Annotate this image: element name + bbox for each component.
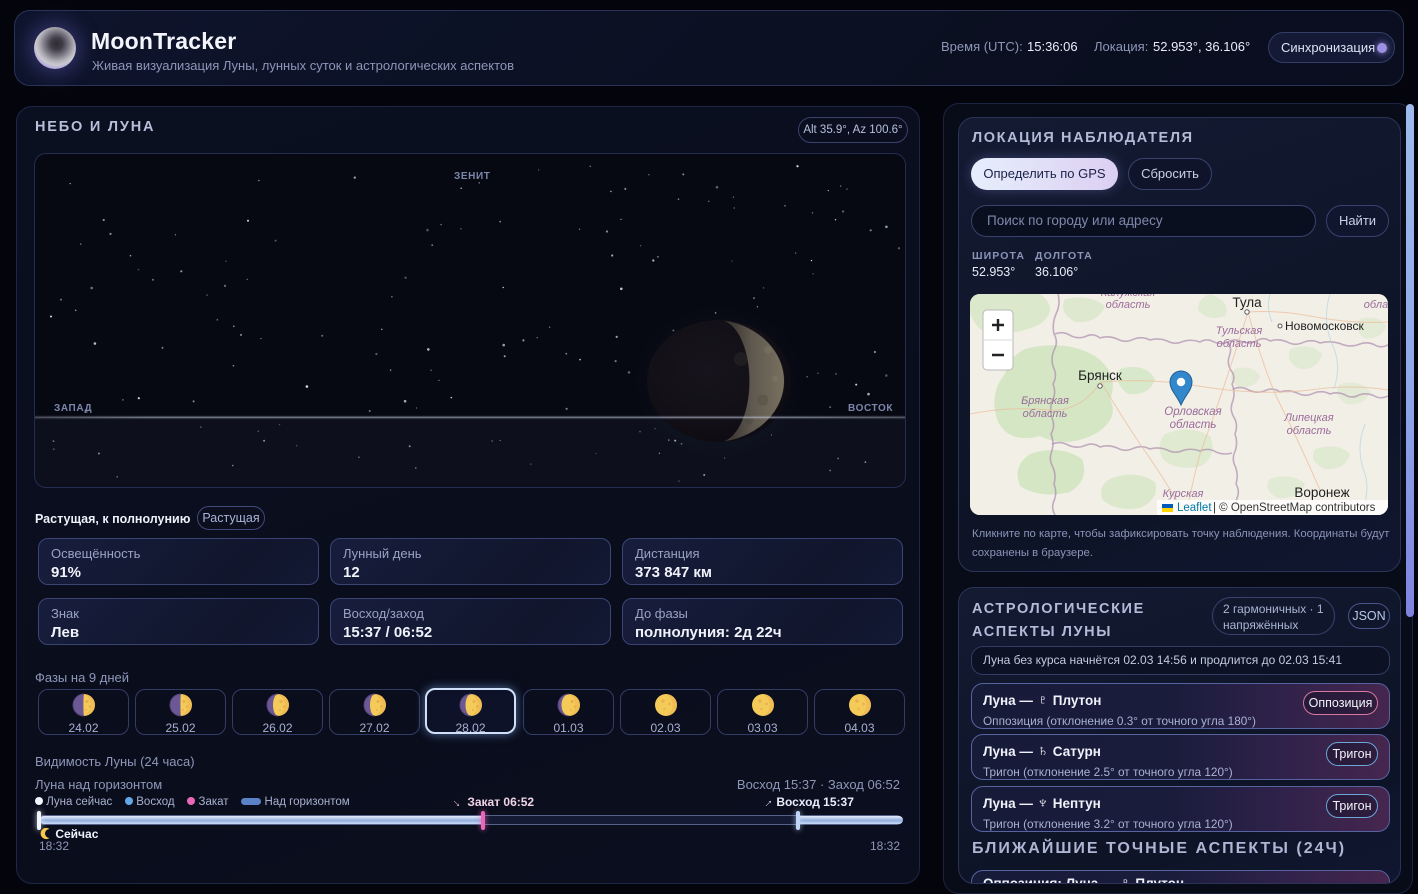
svg-text:Новомосковск: Новомосковск: [1285, 319, 1364, 333]
svg-text:область: область: [1023, 408, 1068, 420]
svg-text:область: область: [1287, 425, 1332, 437]
svg-text:Брянская: Брянская: [1021, 395, 1069, 407]
svg-text:| © OpenStreetMap contributors: | © OpenStreetMap contributors: [1213, 502, 1376, 514]
svg-text:Липецкая: Липецкая: [1283, 412, 1333, 424]
svg-text:Leaflet: Leaflet: [1177, 502, 1212, 514]
svg-text:обла: обла: [1364, 299, 1388, 311]
svg-text:Орловская: Орловская: [1164, 406, 1221, 418]
svg-text:область: область: [1106, 299, 1151, 311]
svg-text:Брянск: Брянск: [1078, 368, 1122, 383]
svg-text:Курская: Курская: [1163, 488, 1204, 500]
svg-text:область: область: [1217, 338, 1262, 350]
svg-text:область: область: [1170, 419, 1217, 431]
svg-text:Тульская: Тульская: [1216, 325, 1263, 337]
svg-text:Тула: Тула: [1232, 295, 1262, 310]
svg-text:Воронеж: Воронеж: [1294, 485, 1349, 500]
